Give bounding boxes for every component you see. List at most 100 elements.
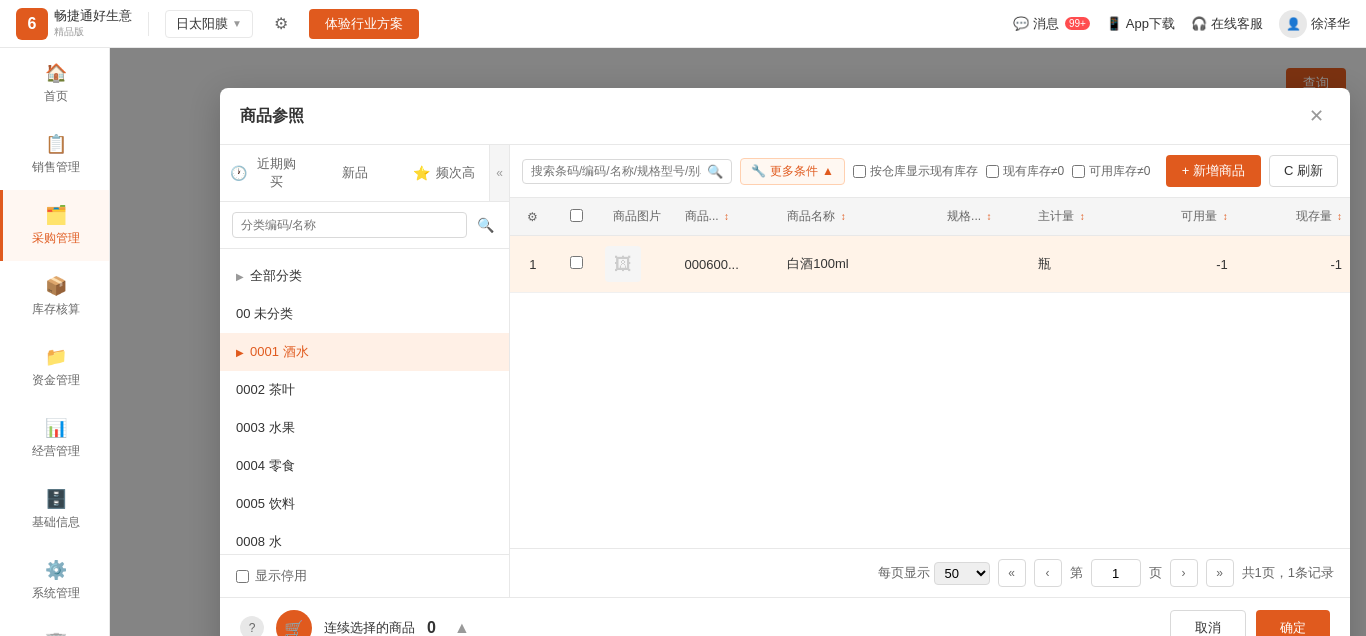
available-checkbox-input[interactable]	[1072, 165, 1085, 178]
sort-stock-icon: ↕	[1337, 211, 1342, 222]
panel-collapse-button[interactable]: «	[489, 145, 509, 201]
add-product-button[interactable]: + 新增商品	[1166, 155, 1261, 187]
table-row[interactable]: 1 🖼 000600... 白酒100ml	[510, 236, 1350, 293]
more-filter-button[interactable]: 🔧 更多条件 ▲	[740, 158, 845, 185]
nav-label-operation: 经营管理	[32, 443, 80, 460]
col-header-check	[556, 198, 597, 236]
cta-button[interactable]: 体验行业方案	[309, 9, 419, 39]
sidebar-item-company[interactable]: 🏢 企业协同	[0, 616, 109, 636]
col-spec-label: 规格...	[947, 209, 981, 223]
user-item[interactable]: 👤 徐泽华	[1279, 10, 1350, 38]
sort-avail-icon: ↕	[1223, 211, 1228, 222]
category-item-0005[interactable]: 0005 饮料	[220, 485, 509, 523]
prev-page-button[interactable]: ‹	[1034, 559, 1062, 587]
tab-recent[interactable]: 🕐 近期购买	[220, 145, 310, 201]
confirm-button[interactable]: 确定	[1256, 610, 1330, 636]
app-download-item[interactable]: 📱 App下载	[1106, 15, 1175, 33]
cell-unit: 瓶	[1030, 236, 1121, 293]
warehouse-filter-checkbox[interactable]: 按仓库显示现有库存	[853, 163, 978, 180]
sales-icon: 📋	[45, 133, 67, 155]
stock-filter-checkbox[interactable]: 现有库存≠0	[986, 163, 1064, 180]
cell-name: 白酒100ml	[779, 236, 939, 293]
category-item-all[interactable]: ▶ 全部分类	[220, 257, 509, 295]
inventory-icon: 📦	[45, 275, 67, 297]
message-item[interactable]: 💬 消息 99+	[1013, 15, 1090, 33]
tab-new[interactable]: 新品	[310, 145, 400, 201]
product-search-input[interactable]	[531, 164, 701, 178]
page-size-selector: 每页显示 50 10 20 100	[878, 562, 990, 585]
show-disabled-label[interactable]: 显示停用	[255, 567, 307, 585]
first-page-button[interactable]: «	[998, 559, 1026, 587]
cell-stock: -1	[1236, 236, 1350, 293]
sidebar-item-home[interactable]: 🏠 首页	[0, 48, 109, 119]
sidebar-item-basic[interactable]: 🗄️ 基础信息	[0, 474, 109, 545]
category-search-icon[interactable]: 🔍	[473, 213, 497, 237]
category-item-0008[interactable]: 0008 水	[220, 523, 509, 554]
available-filter-checkbox[interactable]: 可用库存≠0	[1072, 163, 1150, 180]
cart-button[interactable]: 🛒	[276, 610, 312, 636]
nav-label-home: 首页	[44, 88, 68, 105]
sort-name-icon: ↕	[841, 211, 846, 222]
product-search-icon[interactable]: 🔍	[707, 164, 723, 179]
last-page-button[interactable]: »	[1206, 559, 1234, 587]
filter-icon: 🔧	[751, 164, 766, 178]
available-filter-label: 可用库存≠0	[1089, 163, 1150, 180]
sidebar-item-inventory[interactable]: 📦 库存核算	[0, 261, 109, 332]
col-header-stock[interactable]: 现存量 ↕	[1236, 198, 1350, 236]
sort-unit-icon: ↕	[1080, 211, 1085, 222]
show-disabled-checkbox[interactable]	[236, 570, 249, 583]
footer-collapse-button[interactable]: ▲	[448, 614, 476, 636]
settings-icon[interactable]: ⚙	[265, 8, 297, 40]
settings-table-icon[interactable]: ⚙	[527, 210, 538, 224]
tab-frequent[interactable]: ⭐ 频次高	[399, 145, 489, 201]
product-table-container: ⚙ 商品图片 商品... ↕	[510, 198, 1350, 548]
category-item-0003[interactable]: 0003 水果	[220, 409, 509, 447]
logo-title: 畅捷通好生意	[54, 8, 132, 25]
col-header-avail[interactable]: 可用量 ↕	[1122, 198, 1236, 236]
arrow-right-icon-active: ▶	[236, 347, 244, 358]
page-number-input[interactable]	[1091, 559, 1141, 587]
arrow-right-icon: ▶	[236, 271, 244, 282]
chevron-down-icon: ▼	[232, 18, 242, 29]
logo-sub: 精品版	[54, 25, 132, 39]
category-label-0005: 0005 饮料	[236, 495, 295, 513]
company-selector[interactable]: 日太阳膜 ▼	[165, 10, 253, 38]
star-icon: ⭐	[413, 165, 430, 181]
category-search-input[interactable]	[232, 212, 467, 238]
sidebar-item-finance[interactable]: 📁 资金管理	[0, 332, 109, 403]
page-size-select[interactable]: 50 10 20 100	[934, 562, 990, 585]
total-info: 共1页，1条记录	[1242, 564, 1334, 582]
row-checkbox[interactable]	[570, 256, 583, 269]
col-header-code[interactable]: 商品... ↕	[677, 198, 780, 236]
category-item-0002[interactable]: 0002 茶叶	[220, 371, 509, 409]
tab-new-label: 新品	[342, 164, 368, 182]
help-icon[interactable]: ?	[240, 616, 264, 636]
service-item[interactable]: 🎧 在线客服	[1191, 15, 1263, 33]
category-label-0003: 0003 水果	[236, 419, 295, 437]
modal-close-button[interactable]: ✕	[1302, 102, 1330, 130]
sidebar-item-purchase[interactable]: 🗂️ 采购管理	[0, 190, 109, 261]
warehouse-checkbox-input[interactable]	[853, 165, 866, 178]
cell-spec	[939, 236, 1030, 293]
main-layout: 🏠 首页 📋 销售管理 🗂️ 采购管理 📦 库存核算 📁 资金管理 📊 经营管理…	[0, 48, 1366, 636]
select-all-checkbox[interactable]	[570, 209, 583, 222]
category-item-00[interactable]: 00 未分类	[220, 295, 509, 333]
sidebar-item-system[interactable]: ⚙️ 系统管理	[0, 545, 109, 616]
cell-code: 000600...	[677, 236, 780, 293]
category-item-0001[interactable]: ▶ 0001 酒水	[220, 333, 509, 371]
col-header-name[interactable]: 商品名称 ↕	[779, 198, 939, 236]
cancel-button[interactable]: 取消	[1170, 610, 1246, 636]
home-icon: 🏠	[45, 62, 67, 84]
product-table: ⚙ 商品图片 商品... ↕	[510, 198, 1350, 293]
company-name: 日太阳膜	[176, 15, 228, 33]
category-item-0004[interactable]: 0004 零食	[220, 447, 509, 485]
product-search-box[interactable]: 🔍	[522, 159, 732, 184]
col-header-spec[interactable]: 规格... ↕	[939, 198, 1030, 236]
col-code-label: 商品...	[685, 209, 719, 223]
stock-checkbox-input[interactable]	[986, 165, 999, 178]
next-page-button[interactable]: ›	[1170, 559, 1198, 587]
col-header-unit[interactable]: 主计量 ↕	[1030, 198, 1121, 236]
sidebar-item-sales[interactable]: 📋 销售管理	[0, 119, 109, 190]
sidebar-item-operation[interactable]: 📊 经营管理	[0, 403, 109, 474]
refresh-button[interactable]: C 刷新	[1269, 155, 1338, 187]
